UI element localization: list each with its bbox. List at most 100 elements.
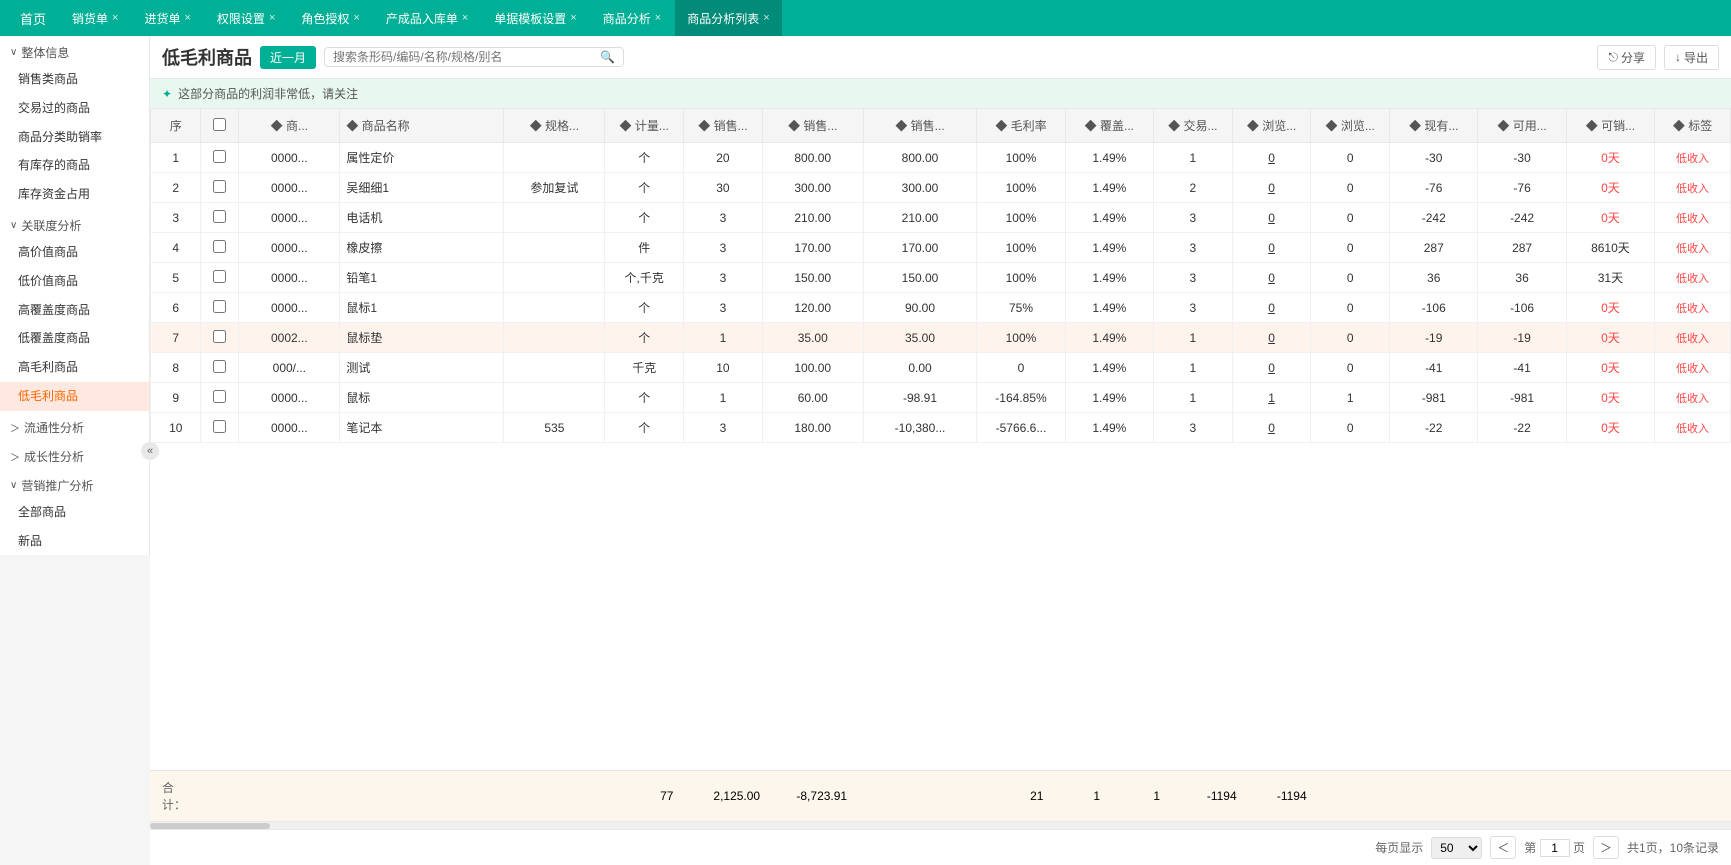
cell-check[interactable] [201, 263, 239, 293]
share-button[interactable]: ⎋ 分享 [1597, 45, 1656, 70]
nav-product-entry[interactable]: 产成品入库单× [374, 0, 480, 36]
sidebar-group-growth[interactable]: ＞ 成长性分析 [0, 440, 149, 469]
sidebar-item-in-stock[interactable]: 有库存的商品 [0, 151, 149, 180]
row-checkbox[interactable] [213, 180, 226, 193]
cell-check[interactable] [201, 203, 239, 233]
nav-permissions[interactable]: 权限设置× [205, 0, 287, 36]
row-checkbox[interactable] [213, 420, 226, 433]
sidebar-item-new-products[interactable]: 新品 [0, 527, 149, 556]
nav-purchase-order[interactable]: 进货单× [132, 0, 202, 36]
sidebar-group-liquidity[interactable]: ＞ 流通性分析 [0, 411, 149, 440]
collapse-sidebar-button[interactable]: « [141, 442, 159, 460]
th-name[interactable]: ◆ 商品名称 [340, 109, 504, 143]
prev-page-button[interactable]: ＜ [1490, 836, 1516, 859]
sidebar-item-high-value[interactable]: 高价值商品 [0, 238, 149, 267]
close-icon[interactable]: × [112, 12, 118, 24]
cell-trans: 3 [1154, 233, 1233, 263]
sidebar-item-low-margin[interactable]: 低毛利商品 [0, 382, 149, 411]
cell-view1[interactable]: 1 [1232, 383, 1311, 413]
page-number-input[interactable] [1540, 839, 1570, 857]
close-icon[interactable]: × [763, 12, 769, 24]
cell-check[interactable] [201, 383, 239, 413]
row-checkbox[interactable] [213, 150, 226, 163]
cell-view1[interactable]: 0 [1232, 353, 1311, 383]
per-page-select[interactable]: 50 100 200 [1431, 837, 1482, 859]
sidebar-item-low-value[interactable]: 低价值商品 [0, 267, 149, 296]
th-unit[interactable]: ◆ 计量... [605, 109, 684, 143]
close-icon[interactable]: × [184, 12, 190, 24]
table-row: 7 0002... 鼠标垫 个 1 35.00 35.00 100% 1.49%… [151, 323, 1731, 353]
sidebar-group-marketing[interactable]: ∨ 营销推广分析 [0, 469, 149, 498]
sidebar-item-traded-products[interactable]: 交易过的商品 [0, 94, 149, 123]
th-spec[interactable]: ◆ 规格... [504, 109, 605, 143]
cell-sales-qty: 3 [684, 203, 763, 233]
th-sales-amt[interactable]: ◆ 销售... [762, 109, 863, 143]
row-checkbox[interactable] [213, 360, 226, 373]
cell-check[interactable] [201, 173, 239, 203]
cell-check[interactable] [201, 143, 239, 173]
cell-view1[interactable]: 0 [1232, 203, 1311, 233]
row-checkbox[interactable] [213, 330, 226, 343]
th-view1[interactable]: ◆ 浏览... [1232, 109, 1311, 143]
th-sales-profit[interactable]: ◆ 销售... [863, 109, 977, 143]
filter-recent-month-button[interactable]: 近一月 [260, 46, 316, 69]
sidebar-item-high-margin[interactable]: 高毛利商品 [0, 353, 149, 382]
sidebar-item-all-products[interactable]: 全部商品 [0, 498, 149, 527]
nav-product-analysis-list[interactable]: 商品分析列表× [675, 0, 781, 36]
cell-view1[interactable]: 0 [1232, 143, 1311, 173]
sidebar-item-category-rate[interactable]: 商品分类助销率 [0, 123, 149, 152]
cell-view1[interactable]: 0 [1232, 233, 1311, 263]
search-icon[interactable]: 🔍 [600, 50, 615, 64]
next-page-button[interactable]: ＞ [1593, 836, 1619, 859]
th-sales-qty[interactable]: ◆ 销售... [684, 109, 763, 143]
cell-check[interactable] [201, 353, 239, 383]
cell-view1[interactable]: 0 [1232, 293, 1311, 323]
top-nav: 首页 销货单× 进货单× 权限设置× 角色授权× 产成品入库单× 单据模板设置×… [0, 0, 1731, 36]
select-all-checkbox[interactable] [213, 118, 226, 131]
sidebar-group-overall[interactable]: ∨ 整体信息 [0, 36, 149, 65]
nav-sales-order[interactable]: 销货单× [60, 0, 130, 36]
cell-view1[interactable]: 0 [1232, 173, 1311, 203]
nav-template-settings[interactable]: 单据模板设置× [482, 0, 588, 36]
sidebar-item-high-coverage[interactable]: 高覆盖度商品 [0, 296, 149, 325]
th-saleable[interactable]: ◆ 可销... [1566, 109, 1654, 143]
close-icon[interactable]: × [269, 12, 275, 24]
nav-role-auth[interactable]: 角色授权× [289, 0, 371, 36]
nav-product-analysis[interactable]: 商品分析× [591, 0, 673, 36]
sidebar-item-capital[interactable]: 库存资金占用 [0, 180, 149, 209]
row-checkbox[interactable] [213, 270, 226, 283]
th-curr-stock[interactable]: ◆ 现有... [1390, 109, 1478, 143]
cell-check[interactable] [201, 413, 239, 443]
sidebar-group-relevance[interactable]: ∨ 关联度分析 [0, 209, 149, 238]
scrollbar-thumb[interactable] [150, 823, 270, 829]
close-icon[interactable]: × [462, 12, 468, 24]
th-code[interactable]: ◆ 商... [239, 109, 340, 143]
close-icon[interactable]: × [655, 12, 661, 24]
cell-view1[interactable]: 0 [1232, 263, 1311, 293]
cell-view1[interactable]: 0 [1232, 323, 1311, 353]
sidebar-item-sales-products[interactable]: 销售类商品 [0, 65, 149, 94]
th-coverage[interactable]: ◆ 覆盖... [1065, 109, 1153, 143]
horizontal-scrollbar[interactable] [150, 821, 1731, 829]
th-gross-rate[interactable]: ◆ 毛利率 [977, 109, 1065, 143]
th-trans[interactable]: ◆ 交易... [1154, 109, 1233, 143]
row-checkbox[interactable] [213, 300, 226, 313]
sidebar-item-low-coverage[interactable]: 低覆盖度商品 [0, 324, 149, 353]
close-icon[interactable]: × [570, 12, 576, 24]
cell-sales-qty: 3 [684, 293, 763, 323]
cell-avail-stock: -242 [1478, 203, 1566, 233]
export-button[interactable]: ↓ 导出 [1664, 45, 1719, 70]
nav-home[interactable]: 首页 [8, 0, 58, 36]
row-checkbox[interactable] [213, 210, 226, 223]
close-icon[interactable]: × [353, 12, 359, 24]
th-avail-stock[interactable]: ◆ 可用... [1478, 109, 1566, 143]
search-input[interactable] [333, 50, 600, 64]
row-checkbox[interactable] [213, 390, 226, 403]
th-view2[interactable]: ◆ 浏览... [1311, 109, 1390, 143]
cell-check[interactable] [201, 233, 239, 263]
cell-sales-profit: 0.00 [863, 353, 977, 383]
row-checkbox[interactable] [213, 240, 226, 253]
cell-view1[interactable]: 0 [1232, 413, 1311, 443]
cell-check[interactable] [201, 323, 239, 353]
cell-check[interactable] [201, 293, 239, 323]
